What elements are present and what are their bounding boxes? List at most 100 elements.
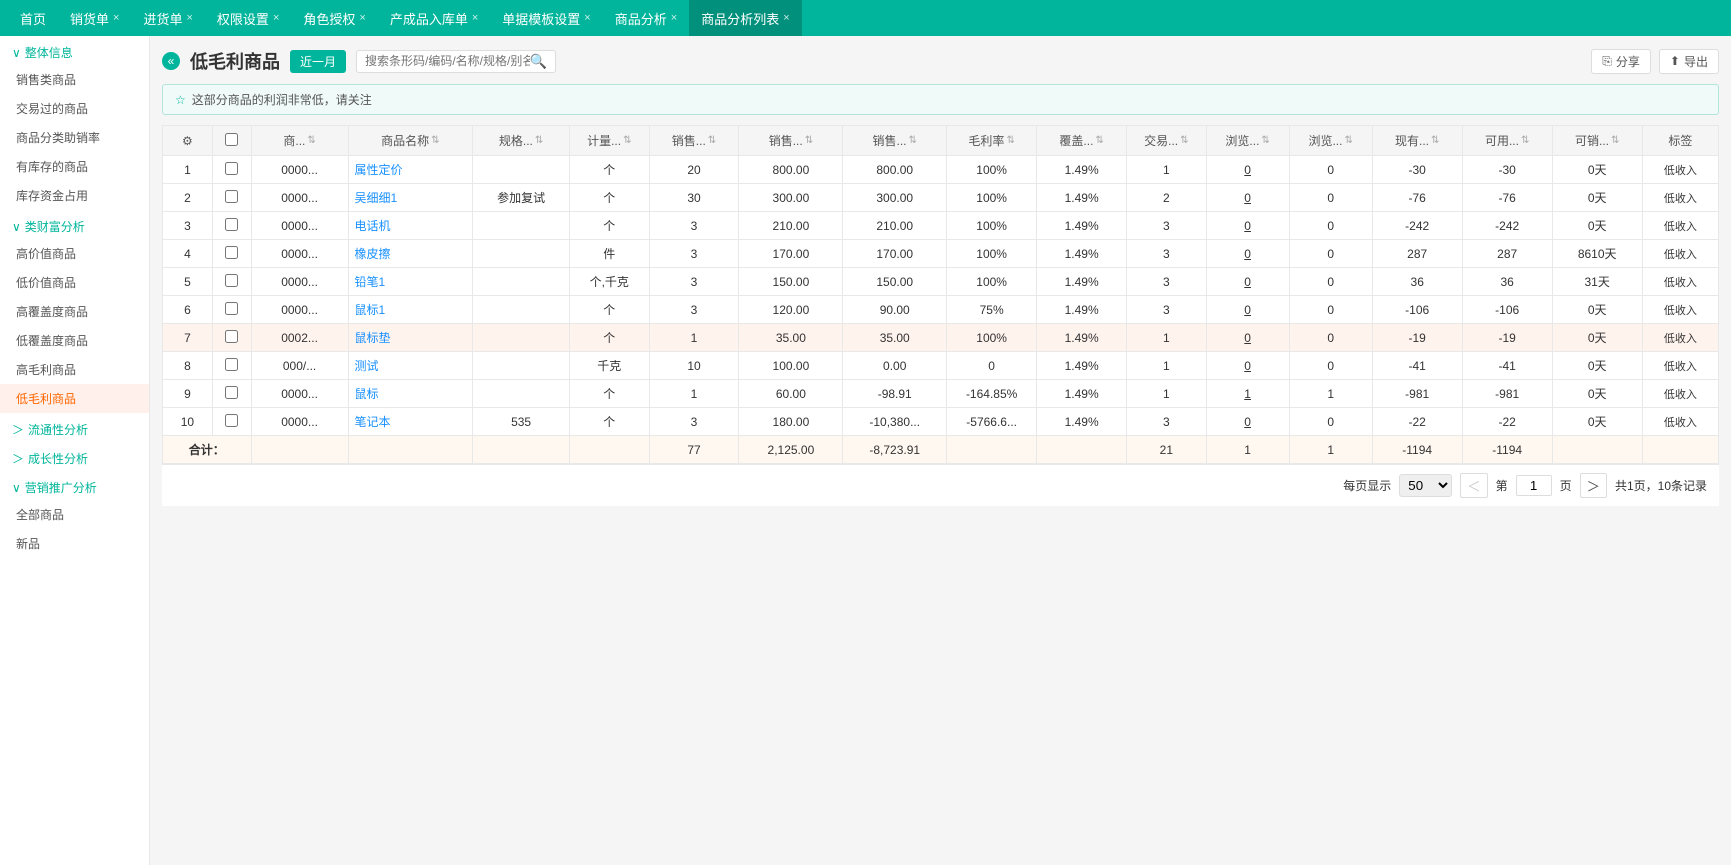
th-code[interactable]: 商... ⇅ <box>251 126 348 156</box>
sidebar-item-low-coverage[interactable]: 低覆盖度商品 <box>0 326 149 355</box>
th-sale-amount[interactable]: 销售... ⇅ <box>739 126 843 156</box>
th-browse2[interactable]: 浏览... ⇅ <box>1289 126 1372 156</box>
row-browse1[interactable]: 0 <box>1206 212 1289 240</box>
row-sale2: 120.00 <box>739 296 843 324</box>
nav-analysis-list[interactable]: 商品分析列表 × <box>689 0 801 36</box>
share-button[interactable]: ⎘ 分享 <box>1591 49 1651 74</box>
search-input[interactable] <box>365 54 530 68</box>
th-sale-count[interactable]: 销售... ⇅ <box>649 126 739 156</box>
nav-analysis-list-close[interactable]: × <box>783 12 789 24</box>
nav-roles[interactable]: 角色授权 × <box>291 0 377 36</box>
sidebar-item-low-margin[interactable]: 低毛利商品 <box>0 384 149 413</box>
th-sale-profit[interactable]: 销售... ⇅ <box>843 126 947 156</box>
row-name[interactable]: 吴细细1 <box>348 184 473 212</box>
sidebar-item-low-value[interactable]: 低价值商品 <box>0 268 149 297</box>
nav-template-settings[interactable]: 单据模板设置 × <box>490 0 602 36</box>
row-browse1[interactable]: 0 <box>1206 156 1289 184</box>
th-name[interactable]: 商品名称 ⇅ <box>348 126 473 156</box>
th-unit[interactable]: 计量... ⇅ <box>570 126 649 156</box>
th-sellable-days[interactable]: 可销... ⇅ <box>1552 126 1642 156</box>
nav-purchase-close[interactable]: × <box>186 12 192 24</box>
row-checkbox[interactable] <box>212 324 251 352</box>
nav-product-entry-close[interactable]: × <box>472 12 478 24</box>
row-checkbox[interactable] <box>212 184 251 212</box>
sidebar-item-high-coverage[interactable]: 高覆盖度商品 <box>0 297 149 326</box>
row-trade: 2 <box>1127 184 1206 212</box>
row-name[interactable]: 橡皮擦 <box>348 240 473 268</box>
sidebar-item-traded-products[interactable]: 交易过的商品 <box>0 94 149 123</box>
next-page-button[interactable]: ＞ <box>1580 473 1607 498</box>
nav-product-entry[interactable]: 产成品入库单 × <box>378 0 490 36</box>
row-checkbox[interactable] <box>212 268 251 296</box>
row-name[interactable]: 鼠标 <box>348 380 473 408</box>
th-settings[interactable]: ⚙ <box>163 126 213 156</box>
sidebar-item-sales-products[interactable]: 销售类商品 <box>0 65 149 94</box>
sidebar-item-stock-capital[interactable]: 库存资金占用 <box>0 181 149 210</box>
row-sale3: 0.00 <box>843 352 947 380</box>
row-browse1[interactable]: 0 <box>1206 240 1289 268</box>
row-checkbox[interactable] <box>212 296 251 324</box>
sidebar-item-in-stock[interactable]: 有库存的商品 <box>0 152 149 181</box>
row-name[interactable]: 鼠标1 <box>348 296 473 324</box>
prev-page-button[interactable]: ＜ <box>1460 473 1487 498</box>
th-browse1[interactable]: 浏览... ⇅ <box>1206 126 1289 156</box>
th-gross-rate[interactable]: 毛利率 ⇅ <box>947 126 1037 156</box>
row-browse1[interactable]: 0 <box>1206 324 1289 352</box>
row-browse1[interactable]: 0 <box>1206 268 1289 296</box>
row-name[interactable]: 鼠标垫 <box>348 324 473 352</box>
per-page-select[interactable]: 50 100 <box>1399 474 1452 497</box>
row-checkbox[interactable] <box>212 156 251 184</box>
th-coverage[interactable]: 覆盖... ⇅ <box>1037 126 1127 156</box>
row-name[interactable]: 笔记本 <box>348 408 473 436</box>
row-unit: 个 <box>570 296 649 324</box>
row-checkbox[interactable] <box>212 408 251 436</box>
select-all-checkbox[interactable] <box>225 133 238 146</box>
sidebar-group-growth[interactable]: ＞ 成长性分析 <box>0 442 149 471</box>
th-spec[interactable]: 规格... ⇅ <box>473 126 570 156</box>
export-button[interactable]: ⬆ 导出 <box>1659 49 1719 74</box>
nav-template-close[interactable]: × <box>584 12 590 24</box>
row-browse1[interactable]: 0 <box>1206 296 1289 324</box>
nav-permissions[interactable]: 权限设置 × <box>205 0 291 36</box>
row-browse1[interactable]: 0 <box>1206 184 1289 212</box>
row-tag: 低收入 <box>1642 268 1718 296</box>
search-box[interactable]: 🔍 <box>356 50 556 73</box>
th-available-stock[interactable]: 可用... ⇅ <box>1462 126 1552 156</box>
sidebar-item-all-products[interactable]: 全部商品 <box>0 500 149 529</box>
sidebar-item-high-margin[interactable]: 高毛利商品 <box>0 355 149 384</box>
nav-sales-close[interactable]: × <box>113 12 119 24</box>
nav-roles-close[interactable]: × <box>359 12 365 24</box>
row-checkbox[interactable] <box>212 380 251 408</box>
nav-sales[interactable]: 销货单 × <box>58 0 131 36</box>
search-icon[interactable]: 🔍 <box>530 53 547 70</box>
row-name[interactable]: 属性定价 <box>348 156 473 184</box>
sidebar-item-category-rate[interactable]: 商品分类助销率 <box>0 123 149 152</box>
collapse-sidebar-button[interactable]: « <box>162 52 180 70</box>
sidebar-group-circulation[interactable]: ＞ 流通性分析 <box>0 413 149 442</box>
row-checkbox[interactable] <box>212 212 251 240</box>
row-sellable: 8610天 <box>1552 240 1642 268</box>
row-tag: 低收入 <box>1642 380 1718 408</box>
row-browse1[interactable]: 0 <box>1206 408 1289 436</box>
row-checkbox[interactable] <box>212 352 251 380</box>
nav-purchase[interactable]: 进货单 × <box>131 0 204 36</box>
row-browse1[interactable]: 0 <box>1206 352 1289 380</box>
row-checkbox[interactable] <box>212 240 251 268</box>
sidebar-item-new-products[interactable]: 新品 <box>0 529 149 558</box>
row-name[interactable]: 铅笔1 <box>348 268 473 296</box>
th-checkbox[interactable] <box>212 126 251 156</box>
date-filter-button[interactable]: 近一月 <box>290 50 346 73</box>
th-current-stock[interactable]: 现有... ⇅ <box>1372 126 1462 156</box>
nav-permissions-close[interactable]: × <box>273 12 279 24</box>
nav-home[interactable]: 首页 <box>8 0 58 36</box>
row-browse2: 1 <box>1289 380 1372 408</box>
sidebar-item-high-value[interactable]: 高价值商品 <box>0 239 149 268</box>
row-name[interactable]: 电话机 <box>348 212 473 240</box>
page-input[interactable] <box>1516 475 1552 496</box>
nav-product-analysis[interactable]: 商品分析 × <box>603 0 689 36</box>
nav-analysis-close[interactable]: × <box>671 12 677 24</box>
th-trade[interactable]: 交易... ⇅ <box>1127 126 1206 156</box>
row-name[interactable]: 测试 <box>348 352 473 380</box>
row-browse1[interactable]: 1 <box>1206 380 1289 408</box>
settings-icon[interactable]: ⚙ <box>182 134 193 148</box>
